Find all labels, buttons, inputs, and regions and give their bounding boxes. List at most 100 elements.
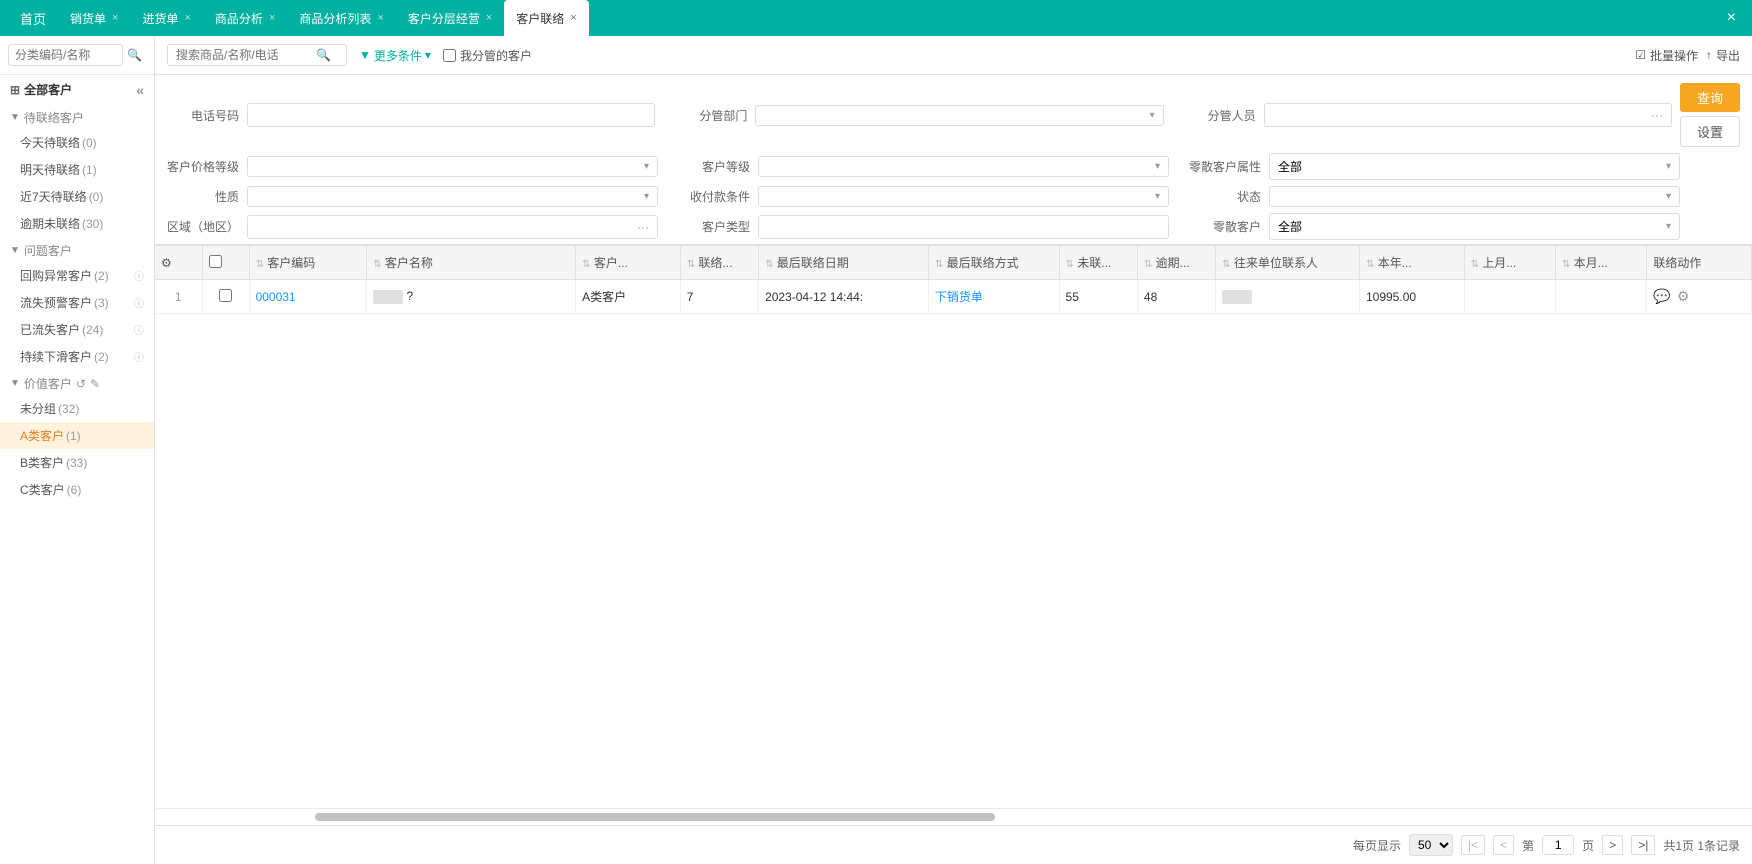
sidebar-item-declining[interactable]: 持续下滑客户(2) ⓘ: [0, 343, 154, 370]
scrollbar-thumb[interactable]: [315, 813, 995, 821]
search-icon[interactable]: 🔍: [316, 48, 331, 62]
th-overdue: ⇅ 逾期...: [1137, 246, 1215, 280]
filter-row-2: 客户价格等级 ▾ 客户等级 ▾: [167, 153, 1740, 180]
export-button[interactable]: ↑ 导出: [1706, 47, 1740, 64]
sort-icon: ⇅: [582, 259, 590, 270]
page-number-input[interactable]: [1542, 835, 1574, 855]
nav-tab-purchase[interactable]: 进货单 ×: [130, 0, 202, 36]
message-action-icon[interactable]: 💬: [1653, 288, 1670, 305]
close-icon[interactable]: ×: [570, 12, 576, 24]
close-icon[interactable]: ×: [184, 12, 190, 24]
nav-home[interactable]: 首页: [8, 0, 58, 36]
sidebar-item-unclassified[interactable]: 未分组(32): [0, 395, 154, 422]
sort-icon: ⇅: [1144, 259, 1152, 270]
close-all-button[interactable]: ×: [1719, 9, 1744, 27]
first-page-button[interactable]: |<: [1461, 835, 1485, 855]
region-input[interactable]: ···: [247, 215, 658, 239]
th-gear[interactable]: ⚙: [155, 246, 202, 280]
horizontal-scrollbar[interactable]: [155, 808, 1752, 825]
my-customers-checkbox[interactable]: [443, 49, 456, 62]
customer-code-cell: 000031: [249, 280, 367, 314]
dept-dropdown[interactable]: ▾: [755, 105, 1163, 126]
customer-type-field[interactable]: [767, 220, 1160, 234]
next-page-button[interactable]: >: [1602, 835, 1623, 855]
all-customers-header[interactable]: ⊞ 全部客户 «: [0, 75, 154, 104]
last-method-link[interactable]: 下销货单: [935, 290, 983, 304]
manager-input[interactable]: ···: [1264, 103, 1672, 127]
search-input[interactable]: [176, 48, 316, 62]
nature-filter: 性质 ▾: [167, 186, 658, 207]
last-page-button[interactable]: >|: [1631, 835, 1655, 855]
query-button[interactable]: 查询: [1680, 83, 1740, 112]
sidebar-item-class-b[interactable]: B类客户(33): [0, 449, 154, 476]
nav-tab-analysis-list[interactable]: 商品分析列表 ×: [287, 0, 395, 36]
chevron-down-icon: ▾: [644, 191, 649, 202]
sidebar-item-7days[interactable]: 近7天待联络(0): [0, 183, 154, 210]
more-action-icon[interactable]: ⚙: [1677, 288, 1690, 305]
customer-type-input[interactable]: [758, 215, 1169, 239]
close-icon[interactable]: ×: [486, 12, 492, 24]
sidebar-item-overdue[interactable]: 逾期未联络(30): [0, 210, 154, 237]
phone-field[interactable]: [256, 108, 646, 122]
chevron-down-icon: ▾: [1155, 161, 1160, 172]
settings-button[interactable]: 设置: [1680, 116, 1740, 147]
phone-input[interactable]: [247, 103, 655, 127]
select-all-checkbox[interactable]: [209, 255, 222, 268]
sidebar-item-today[interactable]: 今天待联络(0): [0, 129, 154, 156]
close-icon[interactable]: ×: [269, 12, 275, 24]
th-name: ⇅ 客户名称: [367, 246, 576, 280]
sort-icon: ⇅: [1471, 259, 1479, 270]
sidebar-item-tomorrow[interactable]: 明天待联络(1): [0, 156, 154, 183]
gear-icon[interactable]: ⚙: [161, 256, 172, 270]
per-page-select[interactable]: 50: [1409, 834, 1453, 856]
more-filters-button[interactable]: ▼ 更多条件 ▾: [359, 47, 431, 64]
sidebar-item-churn-warning[interactable]: 流失预警客户(3) ⓘ: [0, 289, 154, 316]
nav-tab-customer-contact[interactable]: 客户联络 ×: [504, 0, 588, 36]
close-icon[interactable]: ×: [112, 12, 118, 24]
batch-operation-button[interactable]: ☑ 批量操作: [1635, 47, 1698, 64]
customer-code-link[interactable]: 000031: [256, 290, 296, 304]
th-checkbox: [202, 246, 249, 280]
sidebar-search-icon[interactable]: 🔍: [127, 48, 142, 62]
refresh-icon[interactable]: ↺: [76, 377, 86, 391]
th-code: ⇅ 客户编码: [249, 246, 367, 280]
nav-tab-analysis[interactable]: 商品分析 ×: [203, 0, 287, 36]
nature-dropdown[interactable]: ▾: [247, 186, 658, 207]
nav-tab-sales[interactable]: 销货单 ×: [58, 0, 130, 36]
action-icons-cell: 💬 ⚙: [1647, 280, 1752, 314]
data-table: ⚙ ⇅ 客户编码 ⇅ 客户名称: [155, 246, 1752, 314]
action-icons-container: 💬 ⚙: [1653, 288, 1745, 305]
sort-icon: ⇅: [1066, 259, 1074, 270]
sidebar-search-input[interactable]: [8, 44, 123, 66]
sidebar-item-churned[interactable]: 已流失客户(24) ⓘ: [0, 316, 154, 343]
sidebar-item-class-a[interactable]: A类客户(1): [0, 422, 154, 449]
advanced-filters: 电话号码 分管部门 ▾ 分管: [155, 75, 1752, 245]
chevron-down-icon: ▾: [644, 161, 649, 172]
row-checkbox[interactable]: [219, 289, 232, 302]
retail-customer-dropdown[interactable]: 全部 ▾: [1269, 213, 1680, 240]
retail-attr-dropdown[interactable]: 全部 ▾: [1269, 153, 1680, 180]
prev-page-button[interactable]: <: [1493, 835, 1514, 855]
group-value-customers[interactable]: ▼ 价值客户 ↺ ✎: [0, 370, 154, 395]
group-pending-contact[interactable]: ▼ 待联络客户: [0, 104, 154, 129]
settings-small-icon[interactable]: ✎: [90, 377, 100, 391]
phone-filter: 电话号码: [167, 103, 655, 127]
row-number: 1: [155, 280, 202, 314]
pagination-bar: 每页显示 50 |< < 第 页 > >| 共1页 1条记录: [155, 825, 1752, 864]
group-problem-customers[interactable]: ▼ 问题客户: [0, 237, 154, 262]
th-last-method: ⇅ 最后联络方式: [928, 246, 1059, 280]
nav-tab-customer-segment[interactable]: 客户分层经营 ×: [396, 0, 504, 36]
last-date-cell: 2023-04-12 14:44:: [759, 280, 929, 314]
payment-dropdown[interactable]: ▾: [758, 186, 1169, 207]
top-nav: 首页 销货单 × 进货单 × 商品分析 × 商品分析列表 × 客户分层经营 × …: [0, 0, 1752, 36]
info-icon: ⓘ: [134, 268, 144, 283]
th-contact-count: ⇅ 联络...: [680, 246, 758, 280]
close-icon[interactable]: ×: [377, 12, 383, 24]
sidebar-item-class-c[interactable]: C类客户(6): [0, 476, 154, 503]
sidebar-item-abnormal-repurchase[interactable]: 回购异常客户(2) ⓘ: [0, 262, 154, 289]
th-uncontacted: ⇅ 未联...: [1059, 246, 1137, 280]
collapse-icon[interactable]: «: [136, 82, 144, 98]
customer-grade-dropdown[interactable]: ▾: [758, 156, 1169, 177]
status-dropdown[interactable]: ▾: [1269, 186, 1680, 207]
price-grade-dropdown[interactable]: ▾: [247, 156, 658, 177]
